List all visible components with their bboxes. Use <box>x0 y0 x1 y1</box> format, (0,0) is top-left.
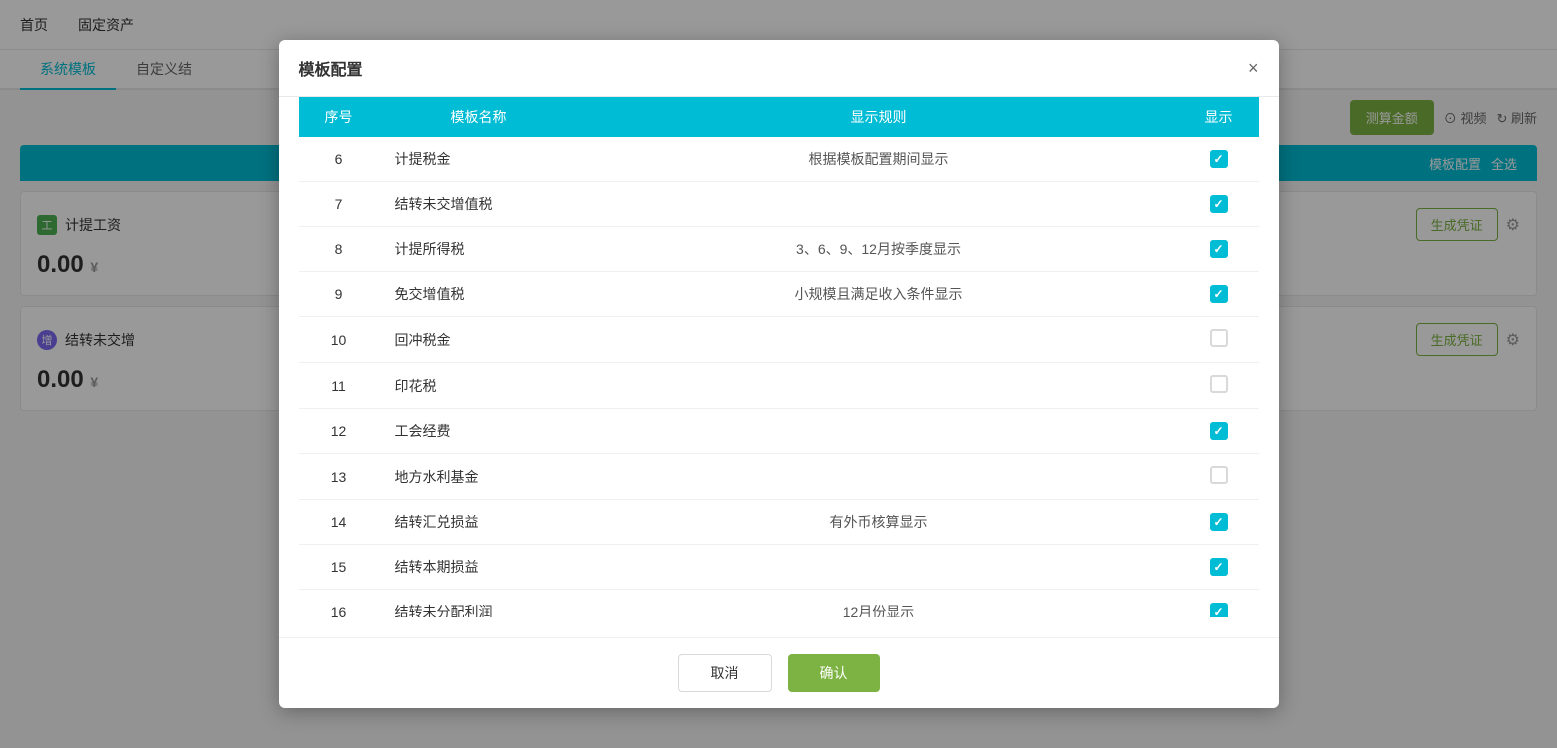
confirm-button[interactable]: 确认 <box>788 654 880 692</box>
checkbox-display[interactable] <box>1210 466 1228 484</box>
cell-rule: 12月份显示 <box>579 590 1179 618</box>
cell-rule: 小规模且满足收入条件显示 <box>579 272 1179 317</box>
table-header: 序号 模板名称 显示规则 显示 <box>299 97 1259 137</box>
cell-seq: 6 <box>299 137 379 182</box>
checkbox-display[interactable] <box>1210 240 1228 258</box>
cell-seq: 14 <box>299 500 379 545</box>
table-row: 10回冲税金 <box>299 317 1259 363</box>
table-row: 8计提所得税3、6、9、12月按季度显示 <box>299 227 1259 272</box>
cell-rule <box>579 545 1179 590</box>
cell-checkbox <box>1179 182 1259 227</box>
modal-header: 模板配置 × <box>279 40 1279 97</box>
cell-seq: 11 <box>299 363 379 409</box>
cell-seq: 7 <box>299 182 379 227</box>
modal-body: 序号 模板名称 显示规则 显示 6计提税金根据模板配置期间显示7结转未交增值税8… <box>279 97 1279 637</box>
config-table: 序号 模板名称 显示规则 显示 6计提税金根据模板配置期间显示7结转未交增值税8… <box>299 97 1259 617</box>
cell-checkbox <box>1179 454 1259 500</box>
checkbox-display[interactable] <box>1210 195 1228 213</box>
col-header-display: 显示 <box>1179 97 1259 137</box>
checkbox-display[interactable] <box>1210 422 1228 440</box>
cell-checkbox <box>1179 363 1259 409</box>
cell-rule <box>579 409 1179 454</box>
checkbox-display[interactable] <box>1210 285 1228 303</box>
template-config-modal: 模板配置 × 序号 模板名称 显示规则 显示 6计提税金根据模板配置期间显 <box>279 40 1279 708</box>
cell-name: 结转未交增值税 <box>379 182 579 227</box>
checkbox-display[interactable] <box>1210 150 1228 168</box>
cell-seq: 10 <box>299 317 379 363</box>
cell-rule <box>579 182 1179 227</box>
cell-checkbox <box>1179 590 1259 618</box>
cell-checkbox <box>1179 272 1259 317</box>
cell-seq: 9 <box>299 272 379 317</box>
cell-rule <box>579 363 1179 409</box>
cell-seq: 15 <box>299 545 379 590</box>
table-body: 6计提税金根据模板配置期间显示7结转未交增值税8计提所得税3、6、9、12月按季… <box>299 137 1259 617</box>
table-row: 12工会经费 <box>299 409 1259 454</box>
table-row: 13地方水利基金 <box>299 454 1259 500</box>
table-row: 6计提税金根据模板配置期间显示 <box>299 137 1259 182</box>
cell-name: 计提所得税 <box>379 227 579 272</box>
cell-rule: 有外币核算显示 <box>579 500 1179 545</box>
checkbox-display[interactable] <box>1210 329 1228 347</box>
cell-rule <box>579 317 1179 363</box>
table-scroll-container: 序号 模板名称 显示规则 显示 6计提税金根据模板配置期间显示7结转未交增值税8… <box>299 97 1259 617</box>
checkbox-display[interactable] <box>1210 558 1228 576</box>
cell-name: 地方水利基金 <box>379 454 579 500</box>
cell-name: 印花税 <box>379 363 579 409</box>
cell-rule <box>579 454 1179 500</box>
checkbox-display[interactable] <box>1210 513 1228 531</box>
checkbox-display[interactable] <box>1210 603 1228 617</box>
table-row: 9免交增值税小规模且满足收入条件显示 <box>299 272 1259 317</box>
table-row: 7结转未交增值税 <box>299 182 1259 227</box>
cell-seq: 16 <box>299 590 379 618</box>
modal-footer: 取消 确认 <box>279 637 1279 708</box>
modal-close-button[interactable]: × <box>1248 59 1259 77</box>
checkbox-display[interactable] <box>1210 375 1228 393</box>
cell-checkbox <box>1179 137 1259 182</box>
cell-name: 回冲税金 <box>379 317 579 363</box>
cell-rule: 根据模板配置期间显示 <box>579 137 1179 182</box>
cell-name: 结转未分配利润 <box>379 590 579 618</box>
cell-name: 工会经费 <box>379 409 579 454</box>
cancel-button[interactable]: 取消 <box>678 654 772 692</box>
table-row: 14结转汇兑损益有外币核算显示 <box>299 500 1259 545</box>
modal-title: 模板配置 <box>299 56 363 80</box>
cell-rule: 3、6、9、12月按季度显示 <box>579 227 1179 272</box>
cell-name: 结转本期损益 <box>379 545 579 590</box>
cell-checkbox <box>1179 227 1259 272</box>
cell-checkbox <box>1179 545 1259 590</box>
cell-checkbox <box>1179 317 1259 363</box>
cell-checkbox <box>1179 500 1259 545</box>
table-row: 16结转未分配利润12月份显示 <box>299 590 1259 618</box>
cell-seq: 13 <box>299 454 379 500</box>
cell-name: 计提税金 <box>379 137 579 182</box>
cell-seq: 12 <box>299 409 379 454</box>
cell-name: 结转汇兑损益 <box>379 500 579 545</box>
cell-seq: 8 <box>299 227 379 272</box>
col-header-name: 模板名称 <box>379 97 579 137</box>
col-header-seq: 序号 <box>299 97 379 137</box>
table-row: 11印花税 <box>299 363 1259 409</box>
table-row: 15结转本期损益 <box>299 545 1259 590</box>
cell-checkbox <box>1179 409 1259 454</box>
modal-overlay: 模板配置 × 序号 模板名称 显示规则 显示 6计提税金根据模板配置期间显 <box>0 0 1557 748</box>
cell-name: 免交增值税 <box>379 272 579 317</box>
col-header-rule: 显示规则 <box>579 97 1179 137</box>
